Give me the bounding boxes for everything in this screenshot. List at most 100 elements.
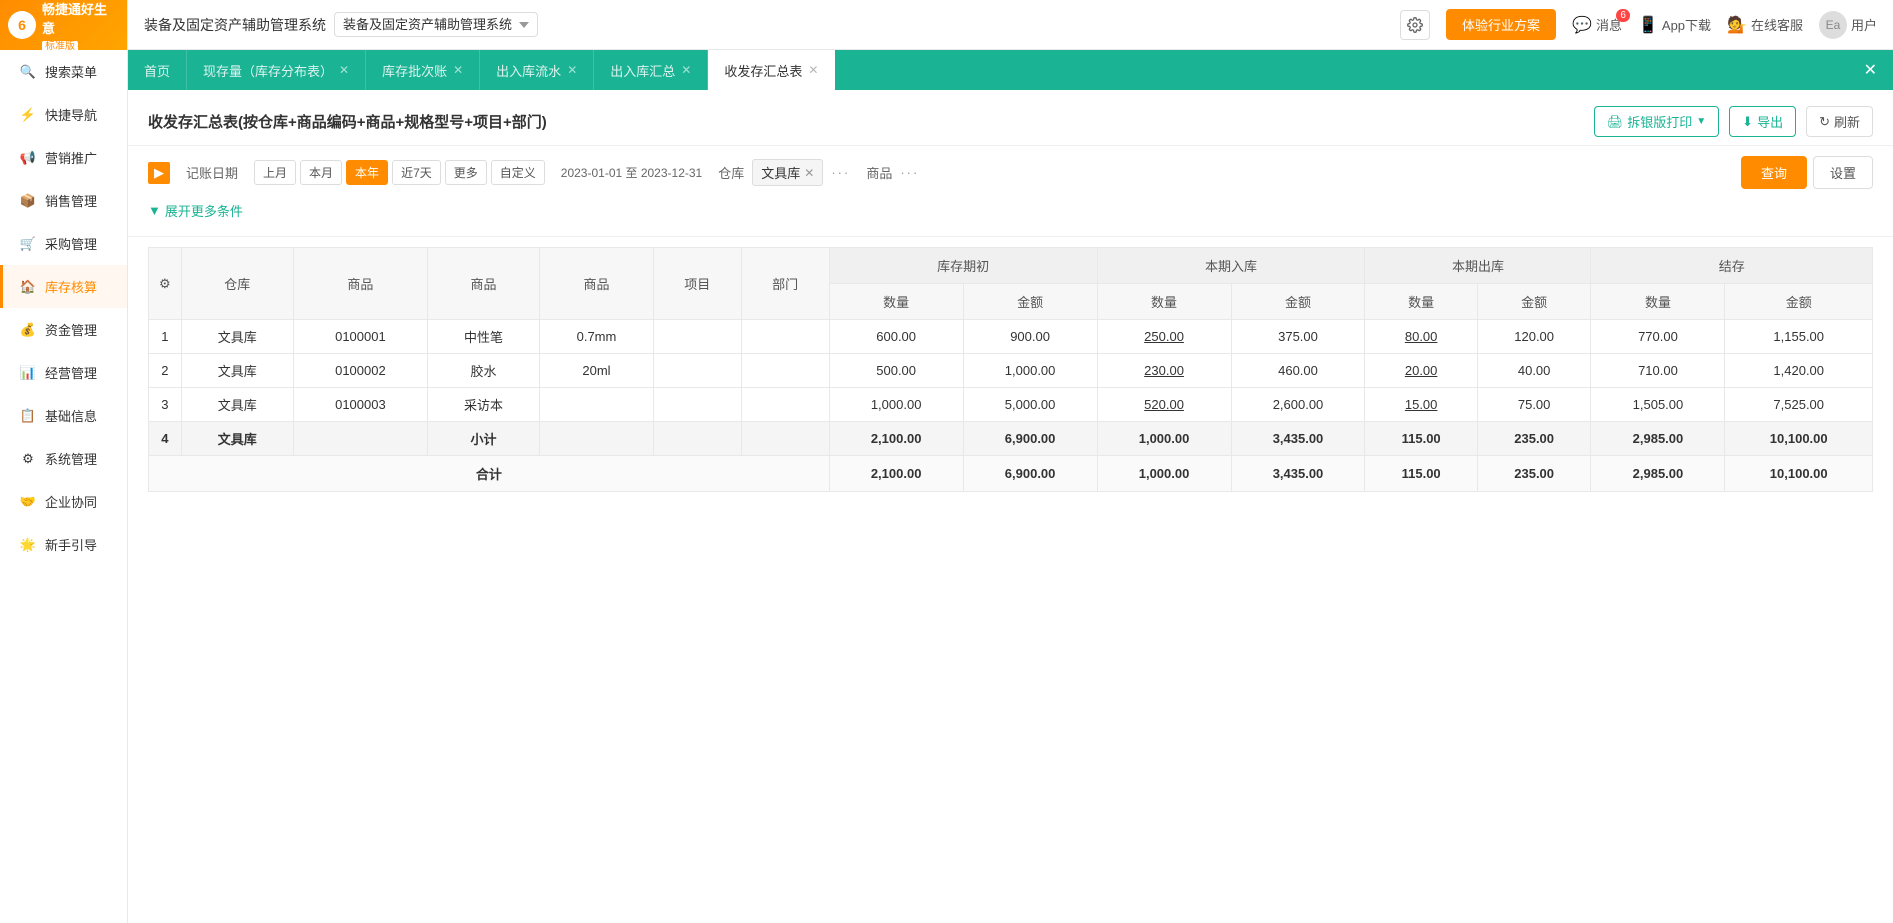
sidebar-item-search[interactable]: 🔍 搜索菜单	[0, 50, 127, 93]
date-btn-last-month[interactable]: 上月	[254, 160, 296, 185]
header-title-area: 装备及固定资产辅助管理系统 装备及固定资产辅助管理系统	[144, 12, 1384, 37]
cell-qty-out[interactable]: 80.00	[1365, 320, 1477, 354]
app-download-item[interactable]: 📱 App下载	[1638, 15, 1711, 35]
app-download-label: App下载	[1662, 15, 1711, 34]
sidebar-item-quick-nav[interactable]: ⚡ 快捷导航	[0, 93, 127, 136]
tab-in-out-flow[interactable]: 出入库流水 ✕	[480, 50, 594, 90]
tab-close-icon[interactable]: ✕	[808, 64, 818, 76]
date-btn-7days[interactable]: 近7天	[392, 160, 441, 185]
message-item[interactable]: 💬 6 消息	[1572, 15, 1622, 35]
cell-qty-close: 1,505.00	[1591, 388, 1725, 422]
sidebar-item-guide[interactable]: 🌟 新手引导	[0, 523, 127, 566]
cell-qty-out[interactable]: 115.00	[1365, 422, 1477, 456]
col-amt-close: 金额	[1725, 284, 1873, 320]
export-icon: ⬇	[1742, 114, 1753, 130]
sidebar-item-sales[interactable]: 📦 销售管理	[0, 179, 127, 222]
warehouse-tag: 文具库 ✕	[752, 159, 823, 186]
goods-more-dots[interactable]: ···	[900, 165, 919, 180]
table-container: ⚙ 仓库 商品 商品 商品 项目 部门 库存期初 本期入库 本期出库 结存 数量	[128, 237, 1893, 923]
footer-label: 合计	[149, 456, 830, 492]
sidebar-item-system[interactable]: ⚙ 系统管理	[0, 437, 127, 480]
cell-warehouse: 文具库	[181, 388, 293, 422]
col-code: 商品	[293, 248, 427, 320]
footer-qty-open: 2,100.00	[829, 456, 963, 492]
tab-home[interactable]: 首页	[128, 50, 187, 90]
sidebar-item-marketing[interactable]: 📢 营销推广	[0, 136, 127, 179]
tab-inventory-dist[interactable]: 现存量（库存分布表） ✕	[187, 50, 366, 90]
tab-batch-account[interactable]: 库存批次账 ✕	[366, 50, 480, 90]
goods-filter: 商品 ···	[866, 163, 919, 182]
cell-code: 0100003	[293, 388, 427, 422]
cell-warehouse: 文具库	[181, 320, 293, 354]
tab-close-icon[interactable]: ✕	[681, 64, 691, 76]
finance-icon: 💰	[19, 321, 37, 339]
tab-close-icon[interactable]: ✕	[453, 64, 463, 76]
refresh-button[interactable]: ↻ 刷新	[1806, 106, 1873, 137]
gear-button[interactable]	[1400, 10, 1430, 40]
col-warehouse: 仓库	[181, 248, 293, 320]
tab-home-label: 首页	[144, 61, 170, 80]
sidebar-item-label: 库存核算	[45, 277, 97, 296]
filter-expand-button[interactable]: ▶	[148, 162, 170, 184]
col-settings[interactable]: ⚙	[149, 248, 182, 320]
online-service-item[interactable]: 💁 在线客服	[1727, 15, 1803, 35]
logo-area: 6 畅捷通好生意 标准版	[0, 0, 127, 50]
sidebar-item-operations[interactable]: 📊 经营管理	[0, 351, 127, 394]
date-btn-this-year[interactable]: 本年	[346, 160, 388, 185]
date-btn-custom[interactable]: 自定义	[491, 160, 545, 185]
date-btn-more[interactable]: 更多	[445, 160, 487, 185]
cell-name: 采访本	[427, 388, 539, 422]
export-button[interactable]: ⬇ 导出	[1729, 106, 1796, 137]
warehouse-more-dots[interactable]: ···	[831, 165, 850, 180]
print-button[interactable]: 🖨 拆银版打印 ▼	[1594, 106, 1719, 137]
cell-qty-in[interactable]: 250.00	[1097, 320, 1231, 354]
marketing-icon: 📢	[19, 149, 37, 167]
try-industry-button[interactable]: 体验行业方案	[1446, 9, 1556, 40]
chevron-down-icon: ▼	[1696, 116, 1706, 127]
cell-qty-close: 2,985.00	[1591, 422, 1725, 456]
table-row: 2文具库0100002胶水20ml500.001,000.00230.00460…	[149, 354, 1873, 388]
system-select[interactable]: 装备及固定资产辅助管理系统	[334, 12, 538, 37]
col-amt-in: 金额	[1231, 284, 1365, 320]
cell-amt-open: 5,000.00	[963, 388, 1097, 422]
sidebar-item-label: 企业协同	[45, 492, 97, 511]
cell-qty-in[interactable]: 230.00	[1097, 354, 1231, 388]
message-badge: 6	[1616, 9, 1630, 22]
cell-qty-in[interactable]: 1,000.00	[1097, 422, 1231, 456]
cell-qty-out[interactable]: 20.00	[1365, 354, 1477, 388]
sidebar-item-finance[interactable]: 💰 资金管理	[0, 308, 127, 351]
sidebar-item-enterprise[interactable]: 🤝 企业协同	[0, 480, 127, 523]
col-group-close: 结存	[1591, 248, 1873, 284]
tab-bar-close-button[interactable]: ✕	[1848, 50, 1893, 90]
cell-project	[653, 354, 741, 388]
avatar: Ea	[1819, 11, 1847, 39]
tab-close-icon[interactable]: ✕	[567, 64, 577, 76]
cell-amt-close: 10,100.00	[1725, 422, 1873, 456]
sidebar-item-label: 基础信息	[45, 406, 97, 425]
user-item[interactable]: Ea 用户	[1819, 11, 1877, 39]
sidebar-item-purchase[interactable]: 🛒 采购管理	[0, 222, 127, 265]
date-label: 记账日期	[186, 163, 238, 182]
expand-conditions-button[interactable]: ▼ 展开更多条件	[148, 195, 243, 226]
footer-amt-in: 3,435.00	[1231, 456, 1365, 492]
cell-amt-open: 900.00	[963, 320, 1097, 354]
sidebar-item-inventory[interactable]: 🏠 库存核算	[0, 265, 127, 308]
quick-nav-icon: ⚡	[19, 106, 37, 124]
cell-department	[741, 422, 829, 456]
filter-settings-button[interactable]: 设置	[1813, 156, 1873, 189]
warehouse-tag-close[interactable]: ✕	[804, 166, 814, 180]
purchase-icon: 🛒	[19, 235, 37, 253]
logo-icon: 6	[8, 11, 36, 39]
cell-qty-in[interactable]: 520.00	[1097, 388, 1231, 422]
header-right: 💬 6 消息 📱 App下载 💁 在线客服 Ea 用户	[1572, 11, 1877, 39]
query-button[interactable]: 查询	[1741, 156, 1807, 189]
cell-qty-out[interactable]: 15.00	[1365, 388, 1477, 422]
table-row: 3文具库0100003采访本1,000.005,000.00520.002,60…	[149, 388, 1873, 422]
date-btn-this-month[interactable]: 本月	[300, 160, 342, 185]
filter-row-1: ▶ 记账日期 上月 本月 本年 近7天 更多 自定义 2023-01-01 至 …	[148, 156, 1873, 189]
tab-receive-summary[interactable]: 收发存汇总表 ✕	[708, 50, 835, 90]
footer-amt-close: 10,100.00	[1725, 456, 1873, 492]
tab-close-icon[interactable]: ✕	[339, 64, 349, 76]
sidebar-item-basic-info[interactable]: 📋 基础信息	[0, 394, 127, 437]
tab-in-out-summary[interactable]: 出入库汇总 ✕	[594, 50, 708, 90]
